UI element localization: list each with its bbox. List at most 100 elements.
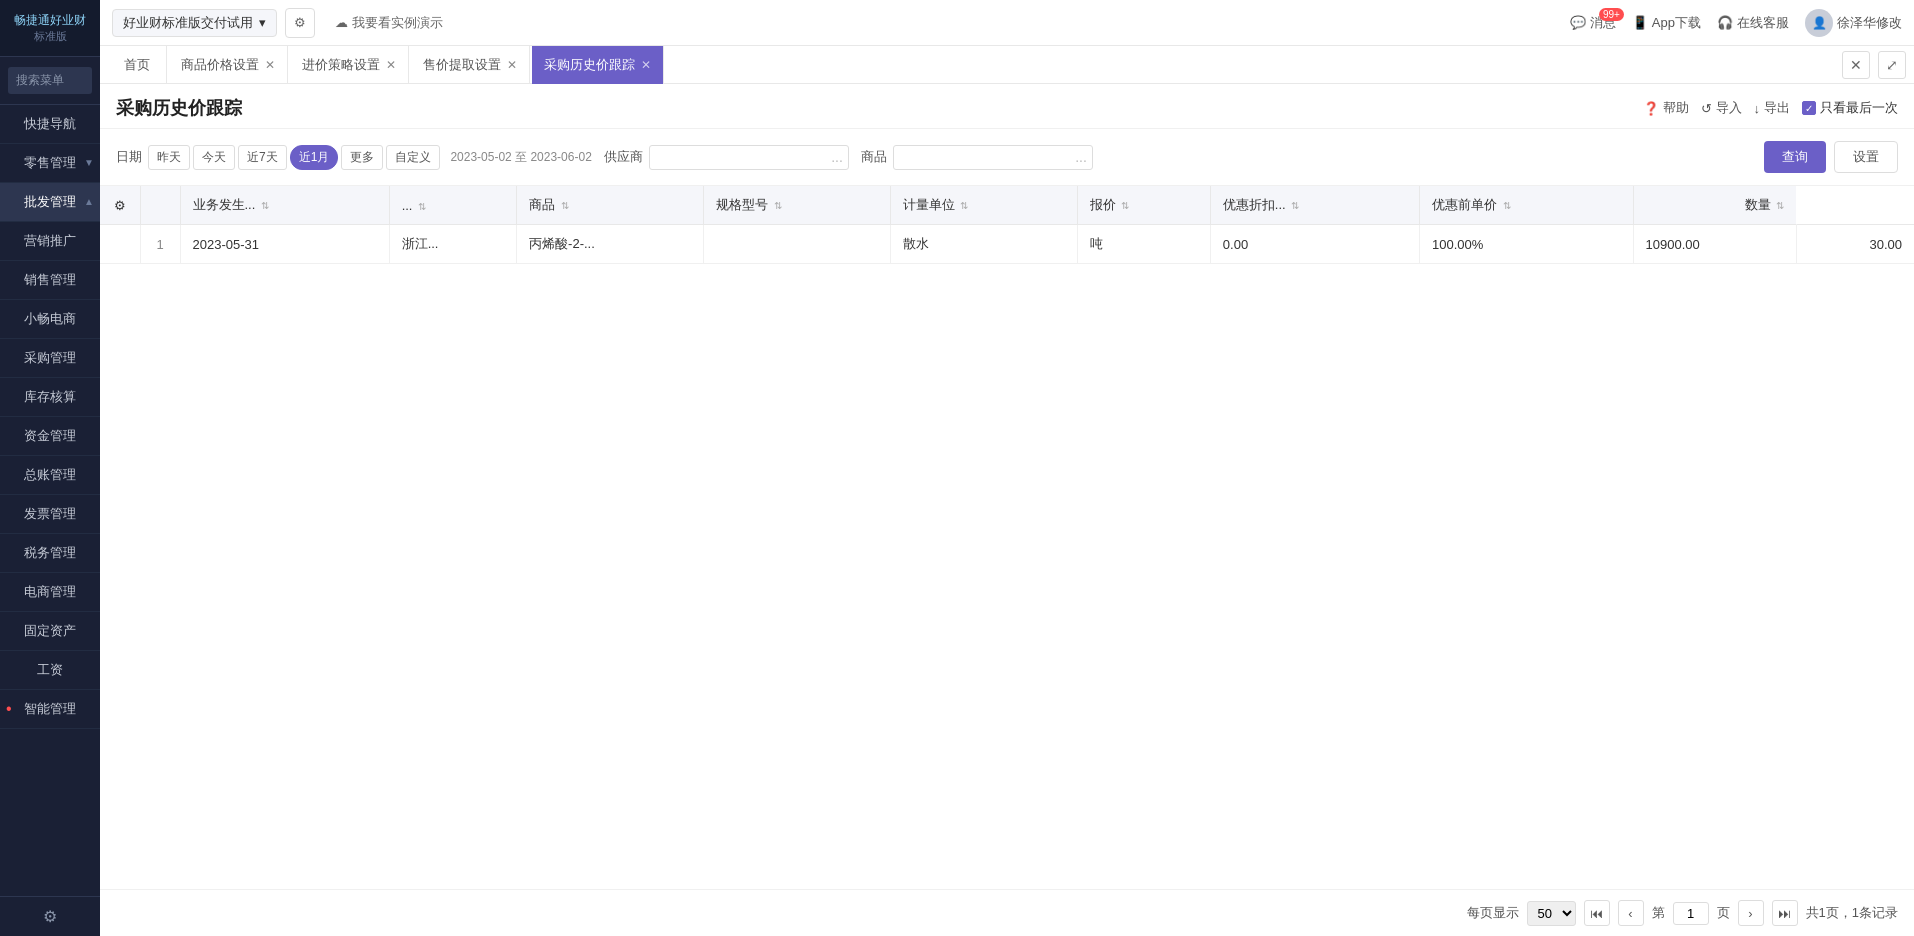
td-quantity: 30.00 [1796,225,1914,264]
th-unit[interactable]: 计量单位 ⇅ [890,186,1077,225]
maximize-tab-button[interactable]: ⤢ [1878,51,1906,79]
th-goods[interactable]: 商品 ⇅ [517,186,704,225]
close-tab-icon[interactable]: ✕ [507,58,517,72]
sidebar-item-salary[interactable]: 工资 [0,651,100,690]
th-goods-label: 商品 [529,197,555,212]
user-name: 徐泽华修改 [1837,14,1902,32]
query-button[interactable]: 查询 [1764,141,1826,173]
topbar-settings-button[interactable]: ⚙ [285,8,315,38]
table-wrap: ⚙ 业务发生... ⇅ ... ⇅ [100,186,1914,889]
th-price[interactable]: 报价 ⇅ [1077,186,1210,225]
th-quantity[interactable]: 数量 ⇅ [1633,186,1796,225]
sidebar-item-inventory[interactable]: 库存核算 [0,378,100,417]
sidebar-item-ecommerce-small[interactable]: 小畅电商 [0,300,100,339]
tabs-actions: ✕ ⤢ [1842,51,1906,79]
table-gear-icon[interactable]: ⚙ [114,198,126,213]
help-button[interactable]: ❓ 帮助 [1643,99,1689,117]
help-label: 帮助 [1663,99,1689,117]
sidebar-settings-button[interactable]: ⚙ [43,907,57,926]
th-gear: ⚙ [100,186,140,225]
sidebar-item-ledger[interactable]: 总账管理 [0,456,100,495]
th-date[interactable]: 业务发生... ⇅ [180,186,389,225]
supplier-filter-label: 供应商 [604,148,643,166]
per-page-select[interactable]: 50 [1527,901,1576,926]
date-btn-1month[interactable]: 近1月 [290,145,339,170]
sidebar-search-section: 搜索菜单 [0,57,100,105]
prev-page-button[interactable]: ‹ [1618,900,1644,926]
filter-actions: 查询 设置 [1764,141,1898,173]
sort-icon: ⇅ [960,200,968,211]
sidebar-item-nav[interactable]: 快捷导航 [0,105,100,144]
only-last-checkbox[interactable]: ✓ 只看最后一次 [1802,99,1898,117]
sidebar-item-invoice[interactable]: 发票管理 [0,495,100,534]
date-btn-custom[interactable]: 自定义 [386,145,440,170]
tabs-bar: 首页 商品价格设置 ✕ 进价策略设置 ✕ 售价提取设置 ✕ 采购历史价跟踪 ✕ … [100,46,1914,84]
close-tab-icon[interactable]: ✕ [265,58,275,72]
notifications-badge: 99+ [1599,8,1624,21]
sidebar-item-ai[interactable]: 智能管理 [0,690,100,729]
date-btn-today[interactable]: 今天 [193,145,235,170]
date-btn-7days[interactable]: 近7天 [238,145,287,170]
chevron-up-icon: ▲ [84,196,94,207]
cloud-icon: ☁ [335,15,348,30]
first-page-button[interactable]: ⏮ [1584,900,1610,926]
date-range-text: 2023-05-02 至 2023-06-02 [450,149,591,166]
sidebar-item-retail[interactable]: 零售管理 ▼ [0,144,100,183]
close-tab-icon[interactable]: ✕ [386,58,396,72]
next-page-button[interactable]: › [1738,900,1764,926]
export-button[interactable]: ↓ 导出 [1754,99,1791,117]
online-service-button[interactable]: 🎧 在线客服 [1717,14,1789,32]
message-icon: 💬 [1570,15,1586,30]
user-avatar-icon: 👤 [1812,16,1827,30]
filter-settings-button[interactable]: 设置 [1834,141,1898,173]
td-base-price: 10900.00 [1633,225,1796,264]
sidebar-item-purchase[interactable]: 采购管理 [0,339,100,378]
sidebar-item-ecommerce[interactable]: 电商管理 [0,573,100,612]
goods-dots-icon[interactable]: ... [1075,149,1087,165]
date-btn-yesterday[interactable]: 昨天 [148,145,190,170]
close-tab-icon[interactable]: ✕ [641,58,651,72]
sidebar-item-marketing[interactable]: 营销推广 [0,222,100,261]
th-base-price[interactable]: 优惠前单价 ⇅ [1419,186,1633,225]
tab-price-extract[interactable]: 售价提取设置 ✕ [411,46,530,84]
supplier-input[interactable] [649,145,849,170]
sidebar-item-wholesale[interactable]: 批发管理 ▲ [0,183,100,222]
supplier-dots-icon[interactable]: ... [831,149,843,165]
th-extra-label: ... [402,198,413,213]
help-icon: ❓ [1643,101,1659,116]
th-discount[interactable]: 优惠折扣... ⇅ [1210,186,1419,225]
th-spec[interactable]: 规格型号 ⇅ [704,186,891,225]
tab-home[interactable]: 首页 [108,46,167,84]
tab-purchase-history[interactable]: 采购历史价跟踪 ✕ [532,46,664,84]
sort-icon: ⇅ [1776,200,1784,211]
notifications-button[interactable]: 💬 消息 99+ [1570,14,1616,32]
th-num [140,186,180,225]
tab-cost-strategy[interactable]: 进价策略设置 ✕ [290,46,409,84]
close-tab-button[interactable]: ✕ [1842,51,1870,79]
sort-icon: ⇅ [418,201,426,212]
pagination-bar: 每页显示 50 ⏮ ‹ 第 页 › ⏭ 共1页，1条记录 [100,889,1914,936]
th-extra[interactable]: ... ⇅ [389,186,516,225]
version-selector[interactable]: 好业财标准版交付试用 ▾ [112,9,277,37]
goods-input[interactable] [893,145,1093,170]
sidebar-item-finance[interactable]: 资金管理 [0,417,100,456]
page-input[interactable] [1673,902,1709,925]
demo-link[interactable]: ☁ 我要看实例演示 [335,14,443,32]
sidebar-item-assets[interactable]: 固定资产 [0,612,100,651]
last-page-button[interactable]: ⏭ [1772,900,1798,926]
sidebar-item-sales[interactable]: 销售管理 [0,261,100,300]
avatar: 👤 [1805,9,1833,37]
tab-price-settings[interactable]: 商品价格设置 ✕ [169,46,288,84]
search-menu-button[interactable]: 搜索菜单 [8,67,92,94]
date-btn-more[interactable]: 更多 [341,145,383,170]
import-button[interactable]: ↺ 导入 [1701,99,1742,117]
th-discount-label: 优惠折扣... [1223,197,1286,212]
app-download-label: App下载 [1652,14,1701,32]
app-download-button[interactable]: 📱 App下载 [1632,14,1701,32]
td-spec [704,225,891,264]
th-price-label: 报价 [1090,197,1116,212]
sidebar-item-tax[interactable]: 税务管理 [0,534,100,573]
checkbox-icon: ✓ [1802,101,1816,115]
user-profile-button[interactable]: 👤 徐泽华修改 [1805,9,1902,37]
td-num: 1 [140,225,180,264]
